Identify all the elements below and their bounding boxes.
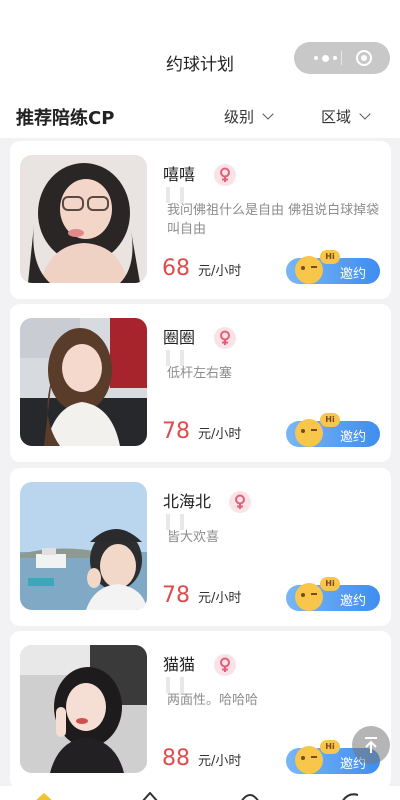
filter-bar: 推荐陪练CP 级别 区域 xyxy=(0,92,400,138)
invite-label: 邀约 xyxy=(340,594,367,609)
hi-face-icon xyxy=(295,419,323,447)
partner-price: 68 元/小时 xyxy=(162,256,241,281)
partner-motto: 皆大欢喜 xyxy=(167,530,220,545)
invite-button[interactable]: Hi 邀约 xyxy=(286,577,380,611)
chevron-down-icon xyxy=(359,108,371,120)
partner-motto: 低杆左右塞 xyxy=(167,366,233,381)
partner-card[interactable]: 圈圈 低杆左右塞 78 元/小时 Hi 邀约 xyxy=(10,304,391,462)
bottom-tab-bar xyxy=(0,786,400,800)
partner-card[interactable]: 嘻嘻 我问佛祖什么是自由 佛祖说白球掉袋叫自由 68 元/小时 Hi 邀约 xyxy=(10,141,391,299)
capsule-divider xyxy=(341,51,342,65)
partner-card[interactable]: 北海北 皆大欢喜 78 元/小时 Hi 邀约 xyxy=(10,468,391,626)
hi-badge: Hi xyxy=(320,577,340,591)
partner-name: 圈圈 xyxy=(163,328,196,347)
price-value: 78 xyxy=(162,419,190,444)
back-to-top-button[interactable] xyxy=(352,726,390,764)
invite-button[interactable]: Hi 邀约 xyxy=(286,250,380,284)
region-filter[interactable]: 区域 xyxy=(321,106,371,127)
region-filter-label: 区域 xyxy=(321,108,352,126)
hi-face-icon xyxy=(295,746,323,774)
partner-avatar[interactable] xyxy=(20,645,147,773)
partner-price: 88 元/小时 xyxy=(162,746,241,771)
partner-name: 北海北 xyxy=(163,492,212,511)
partner-motto: 我问佛祖什么是自由 佛祖说白球掉袋叫自由 xyxy=(167,203,380,237)
female-icon xyxy=(229,491,251,513)
price-value: 88 xyxy=(162,746,190,771)
price-unit: 元/小时 xyxy=(198,264,242,279)
partner-name: 猫猫 xyxy=(163,655,196,674)
partner-motto: 两面性。哈哈哈 xyxy=(167,693,259,708)
level-filter-label: 级别 xyxy=(224,108,255,126)
hi-badge: Hi xyxy=(320,413,340,427)
chevron-down-icon xyxy=(262,108,274,120)
female-icon xyxy=(214,164,236,186)
price-value: 68 xyxy=(162,256,190,281)
price-value: 78 xyxy=(162,583,190,608)
invite-button[interactable]: Hi 邀约 xyxy=(286,413,380,447)
partner-avatar[interactable] xyxy=(20,155,147,283)
hi-face-icon xyxy=(295,256,323,284)
close-miniprogram-icon[interactable] xyxy=(356,50,372,66)
female-icon xyxy=(214,327,236,349)
home-tab-icon[interactable] xyxy=(32,792,56,800)
partner-avatar[interactable] xyxy=(20,482,147,610)
invite-label: 邀约 xyxy=(340,430,367,445)
more-icon[interactable] xyxy=(308,51,342,65)
miniprogram-capsule[interactable] xyxy=(294,42,390,74)
discover-tab-icon[interactable] xyxy=(138,792,162,800)
price-unit: 元/小时 xyxy=(198,427,242,442)
partner-avatar[interactable] xyxy=(20,318,147,446)
message-tab-icon[interactable] xyxy=(238,792,262,800)
arrow-up-icon xyxy=(365,737,377,753)
top-navigation-bar: 约球计划 xyxy=(0,0,400,92)
hi-badge: Hi xyxy=(320,740,340,754)
hi-badge: Hi xyxy=(320,250,340,264)
profile-tab-icon[interactable] xyxy=(338,792,362,800)
partner-price: 78 元/小时 xyxy=(162,419,241,444)
section-title: 推荐陪练CP xyxy=(16,108,115,129)
partner-name: 嘻嘻 xyxy=(163,165,196,184)
partner-price: 78 元/小时 xyxy=(162,583,241,608)
invite-label: 邀约 xyxy=(340,267,367,282)
price-unit: 元/小时 xyxy=(198,591,242,606)
female-icon xyxy=(214,654,236,676)
level-filter[interactable]: 级别 xyxy=(224,106,274,127)
hi-face-icon xyxy=(295,583,323,611)
partner-card[interactable]: 猫猫 两面性。哈哈哈 88 元/小时 Hi 邀约 xyxy=(10,631,391,789)
price-unit: 元/小时 xyxy=(198,754,242,769)
